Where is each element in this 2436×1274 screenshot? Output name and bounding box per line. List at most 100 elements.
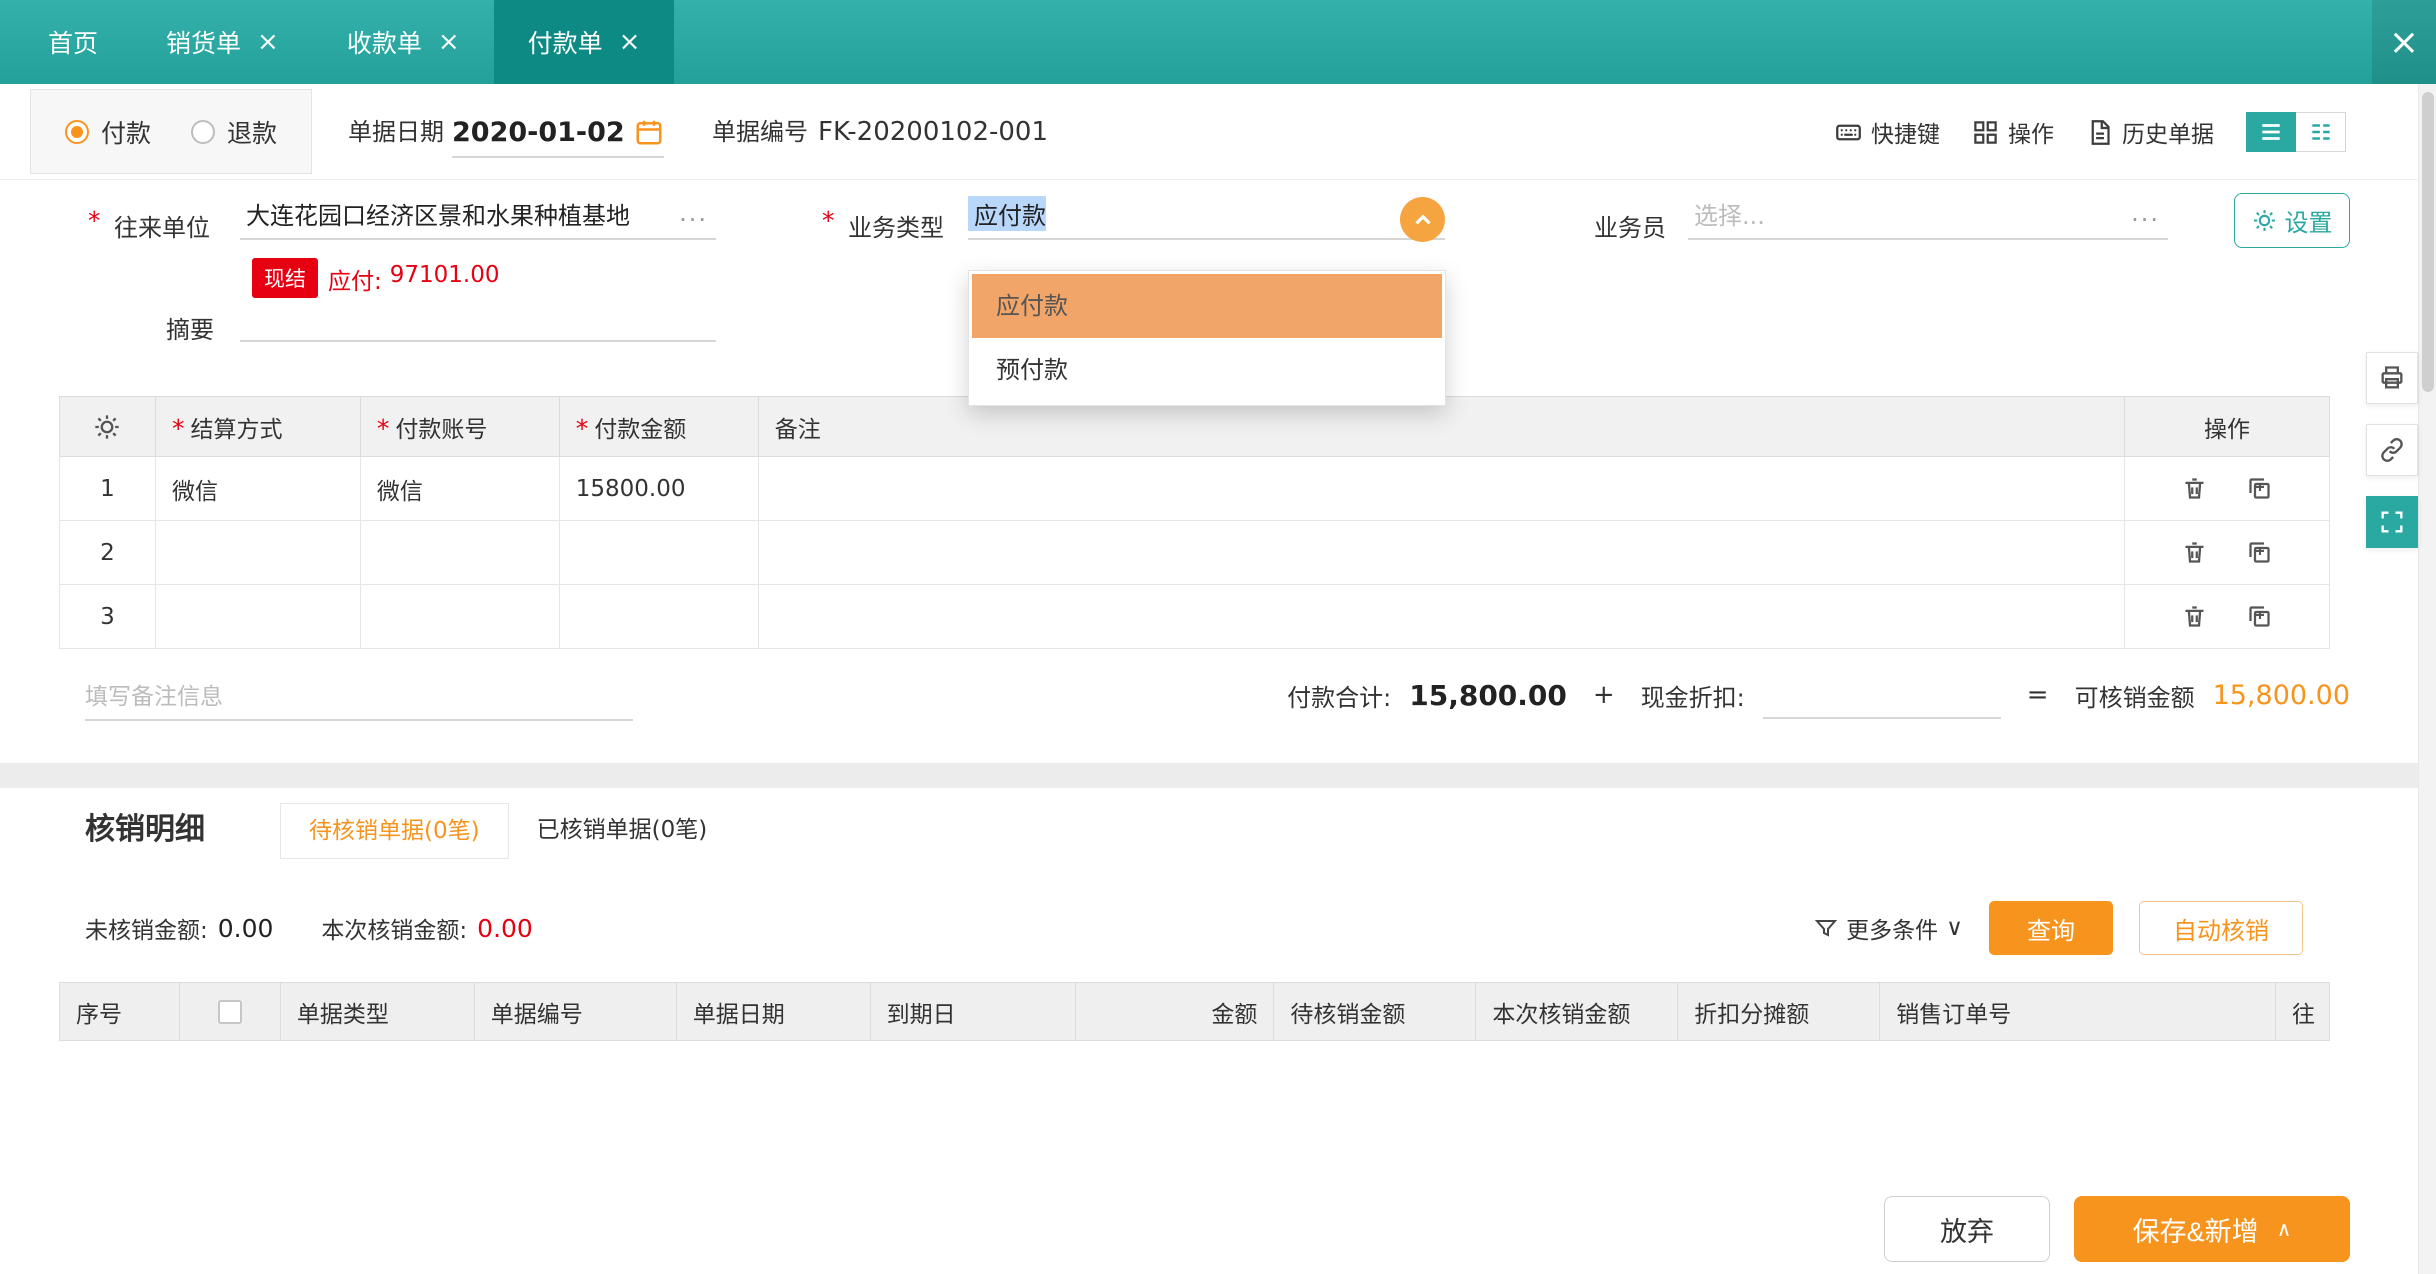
view-toggle-detail[interactable] [2296, 112, 2346, 152]
cell-payment-account[interactable]: 微信 [359, 456, 560, 521]
add-row-icon[interactable] [2246, 475, 2273, 502]
tab-label: 付款单 [527, 29, 603, 58]
history-docs-label: 历史单据 [2122, 122, 2214, 148]
keyboard-icon [1836, 124, 1861, 140]
window-close-icon[interactable]: × [2372, 0, 2436, 84]
voucher-remark-input[interactable]: 填写备注信息 [85, 669, 633, 721]
header-doc-type: 单据类型 [279, 982, 475, 1041]
close-tab-icon[interactable]: × [257, 27, 279, 57]
counterparty-label: 往来单位 [114, 214, 210, 242]
dropdown-option-prepaid[interactable]: 预付款 [972, 338, 1442, 402]
unverified-amount-label: 未核销金额: [85, 918, 208, 944]
save-and-new-button[interactable]: 保存&新增 ∧ [2074, 1196, 2350, 1262]
header-seq: 序号 [59, 982, 180, 1041]
cell-remark[interactable] [757, 584, 2126, 649]
totals-summary: 付款合计: 15,800.00 + 现金折扣: = 可核销金额 15,800.0… [1287, 671, 2350, 719]
select-all-checkbox[interactable] [217, 999, 242, 1024]
query-button[interactable]: 查询 [1989, 901, 2113, 955]
scrollbar-thumb[interactable] [2422, 92, 2434, 392]
doc-no-label: 单据编号 [712, 118, 808, 146]
writeoff-docs-table: 序号 单据类型 单据编号 单据日期 到期日 金额 待核销金额 本次核销金额 折扣… [59, 982, 2331, 1041]
radio-payment[interactable]: 付款 [64, 114, 151, 150]
radio-selected-icon [64, 119, 89, 144]
header-amount: 金额 [1074, 982, 1275, 1041]
salesman-lookup-icon[interactable]: ... [2131, 199, 2168, 227]
link-icon [2381, 438, 2403, 462]
auto-writeoff-button[interactable]: 自动核销 [2139, 901, 2303, 955]
totals-row: 填写备注信息 付款合计: 15,800.00 + 现金折扣: = 可核销金额 1… [59, 662, 2350, 728]
dropdown-option-payable[interactable]: 应付款 [972, 274, 1442, 338]
shortcut-keys-label: 快捷键 [1871, 122, 1940, 148]
radio-refund[interactable]: 退款 [191, 114, 277, 150]
side-tool-rail [2366, 352, 2418, 568]
header-payment-amount: * 付款金额 [558, 396, 759, 457]
document-header-bar: 付款 退款 单据日期 2020-01-02 单据编号 FK-20200102-0… [0, 84, 2436, 180]
detail-list-icon [2311, 124, 2330, 140]
cell-payment-account[interactable] [359, 520, 560, 585]
counterparty-field[interactable]: 大连花园口经济区景和水果种植基地 ... [240, 188, 716, 240]
chevron-down-icon: ∨ [1946, 915, 1963, 941]
tab-payment[interactable]: 付款单 × [493, 0, 675, 84]
cell-remark[interactable] [757, 520, 2126, 585]
hamburger-icon [2262, 124, 2280, 140]
cell-operations [2124, 520, 2330, 585]
summary-field[interactable] [240, 290, 716, 342]
payment-lines-table: * 结算方式 * 付款账号 * 付款金额 备注 操作 1 微信 微信 15800.00 [59, 396, 2330, 649]
close-tab-icon[interactable]: × [438, 27, 460, 57]
cash-discount-input[interactable] [1762, 671, 2001, 719]
salesman-field[interactable]: 选择... ... [1688, 188, 2168, 240]
calendar-icon[interactable] [634, 117, 664, 147]
biztype-field[interactable]: 应付款 [968, 188, 1445, 240]
add-row-icon[interactable] [2246, 539, 2273, 566]
trash-icon[interactable] [2181, 603, 2208, 630]
shortcut-keys-button[interactable]: 快捷键 [1835, 115, 1940, 149]
current-writeoff-label: 本次核销金额: [321, 918, 468, 944]
doc-date-label: 单据日期 [348, 118, 444, 146]
pay-refund-switch: 付款 退款 [30, 89, 312, 174]
cell-payment-amount[interactable]: 15800.00 [558, 456, 759, 521]
required-marker: * [171, 413, 185, 443]
cell-payment-amount[interactable] [558, 584, 759, 649]
tab-sales-order[interactable]: 销货单 × [132, 0, 313, 84]
biztype-collapse-button[interactable] [1400, 197, 1445, 242]
view-toggle-list[interactable] [2246, 112, 2296, 152]
vertical-scrollbar[interactable] [2418, 84, 2436, 1274]
view-toggle-group [2246, 112, 2346, 152]
counterparty-lookup-icon[interactable]: ... [679, 199, 716, 227]
discard-button[interactable]: 放弃 [1884, 1196, 2050, 1262]
cell-payment-amount[interactable] [558, 520, 759, 585]
cell-settlement-method[interactable]: 微信 [154, 456, 361, 521]
settings-button[interactable]: 设置 [2234, 193, 2350, 248]
operations-label: 操作 [2008, 122, 2054, 148]
trash-icon[interactable] [2181, 475, 2208, 502]
cell-settlement-method[interactable] [154, 584, 361, 649]
tab-home[interactable]: 首页 [14, 0, 132, 84]
salesman-placeholder: 选择... [1694, 201, 1765, 230]
writeoff-stats: 未核销金额: 0.00 本次核销金额: 0.00 [85, 900, 533, 956]
add-row-icon[interactable] [2246, 603, 2273, 630]
doc-date-value: 2020-01-02 [452, 116, 625, 148]
history-docs-button[interactable]: 历史单据 [2086, 115, 2214, 149]
tab-receipt[interactable]: 收款单 × [313, 0, 494, 84]
tab-pending-writeoff[interactable]: 待核销单据(0笔) [280, 803, 509, 859]
tab-completed-writeoff[interactable]: 已核销单据(0笔) [509, 803, 736, 859]
cell-remark[interactable] [757, 456, 2126, 521]
print-button[interactable] [2366, 352, 2418, 404]
gear-icon[interactable] [93, 413, 121, 441]
summary-label: 摘要 [166, 316, 214, 344]
link-button[interactable] [2366, 424, 2418, 476]
expand-button[interactable] [2366, 496, 2418, 548]
doc-no-value: FK-20200102-001 [818, 117, 1049, 147]
cell-payment-account[interactable] [359, 584, 560, 649]
close-tab-icon[interactable]: × [619, 27, 641, 57]
more-conditions-button[interactable]: 更多条件 ∨ [1814, 911, 1963, 945]
table-header-row: 序号 单据类型 单据编号 单据日期 到期日 金额 待核销金额 本次核销金额 折扣… [59, 982, 2331, 1041]
operations-button[interactable]: 操作 [1972, 115, 2054, 149]
writeoff-tabs: 待核销单据(0笔) 已核销单据(0笔) [280, 803, 735, 859]
required-marker: * [822, 206, 835, 235]
settings-label: 设置 [2284, 209, 2333, 237]
doc-date-input[interactable]: 2020-01-02 [452, 108, 664, 158]
trash-icon[interactable] [2181, 539, 2208, 566]
header-counterparty-clipped: 往 [2274, 982, 2331, 1041]
cell-settlement-method[interactable] [154, 520, 361, 585]
